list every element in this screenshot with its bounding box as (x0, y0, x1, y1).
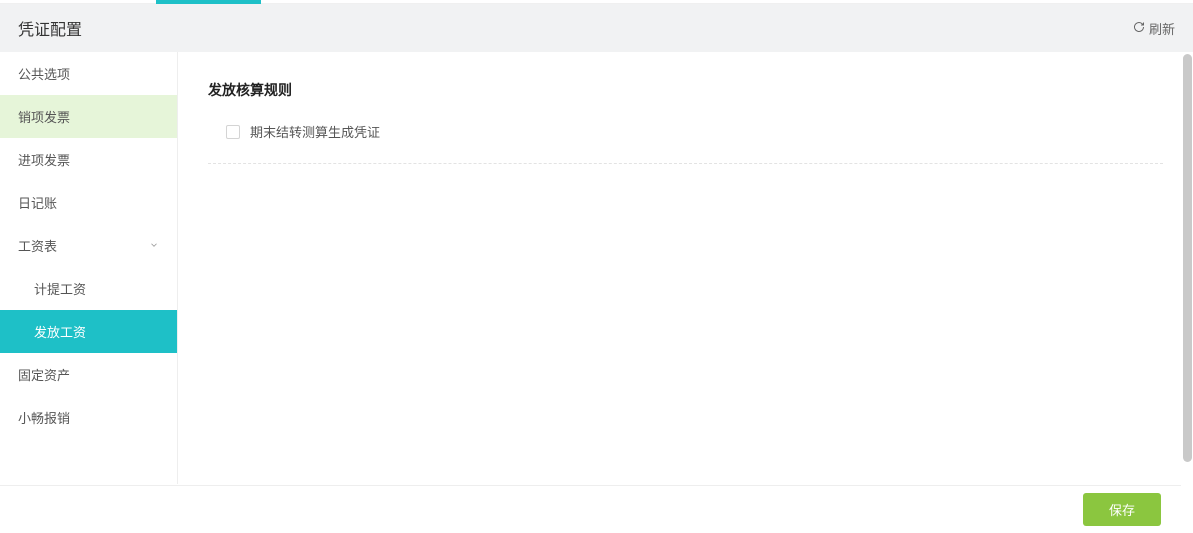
sidebar-item-label: 销项发票 (18, 107, 70, 126)
sidebar-item-pay-salary[interactable]: 发放工资 (0, 310, 177, 353)
sidebar: 公共选项 销项发票 进项发票 日记账 工资表 计提工资 发放工资 固定资产 小畅… (0, 52, 178, 484)
page-title: 凭证配置 (18, 16, 82, 40)
content-area: 发放核算规则 期末结转测算生成凭证 (178, 52, 1193, 484)
sidebar-item-label: 计提工资 (34, 279, 86, 298)
sidebar-item-label: 小畅报销 (18, 408, 70, 427)
refresh-icon (1133, 21, 1145, 36)
sidebar-item-fixed-assets[interactable]: 固定资产 (0, 353, 177, 396)
refresh-button[interactable]: 刷新 (1133, 19, 1175, 38)
sidebar-item-label: 公共选项 (18, 64, 70, 83)
period-end-checkbox[interactable] (226, 125, 240, 139)
refresh-label: 刷新 (1149, 19, 1175, 38)
sidebar-item-payroll[interactable]: 工资表 (0, 224, 177, 267)
sidebar-item-label: 日记账 (18, 193, 57, 212)
sidebar-item-accrue-salary[interactable]: 计提工资 (0, 267, 177, 310)
sidebar-item-label: 进项发票 (18, 150, 70, 169)
footer-bar: 保存 (0, 485, 1181, 533)
divider (208, 163, 1163, 164)
sidebar-item-label: 工资表 (18, 236, 57, 255)
sidebar-item-purchase-invoice[interactable]: 进项发票 (0, 138, 177, 181)
top-tab-strip (0, 0, 1193, 4)
section-title: 发放核算规则 (208, 80, 1163, 100)
scrollbar-thumb[interactable] (1183, 54, 1192, 462)
chevron-down-icon (149, 238, 159, 253)
panel-header: 凭证配置 刷新 (0, 4, 1193, 52)
sidebar-item-sales-invoice[interactable]: 销项发票 (0, 95, 177, 138)
main-body: 公共选项 销项发票 进项发票 日记账 工资表 计提工资 发放工资 固定资产 小畅… (0, 52, 1193, 484)
save-button[interactable]: 保存 (1083, 493, 1161, 526)
sidebar-item-public-options[interactable]: 公共选项 (0, 52, 177, 95)
checkbox-label: 期末结转测算生成凭证 (250, 122, 380, 141)
sidebar-item-journal[interactable]: 日记账 (0, 181, 177, 224)
sidebar-item-label: 固定资产 (18, 365, 70, 384)
sidebar-item-label: 发放工资 (34, 322, 86, 341)
sidebar-item-expense[interactable]: 小畅报销 (0, 396, 177, 439)
vertical-scrollbar[interactable] (1181, 54, 1193, 474)
checkbox-row: 期末结转测算生成凭证 (208, 122, 1163, 141)
